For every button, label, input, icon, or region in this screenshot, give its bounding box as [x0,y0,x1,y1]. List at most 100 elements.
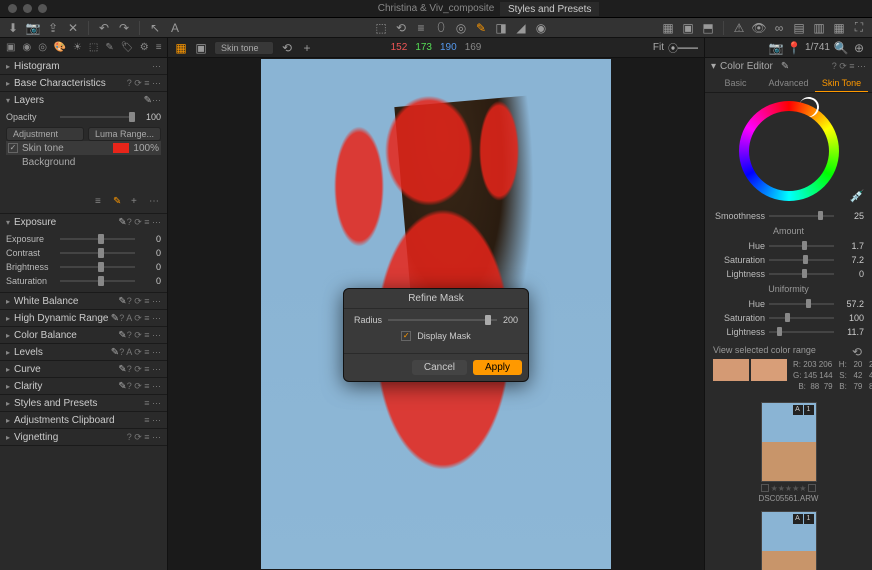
uni-light-slider[interactable] [769,331,834,333]
crop-icon[interactable]: ⬚ [374,21,388,35]
color-tab-icon[interactable]: 🎨 [54,42,66,54]
hdr-header[interactable]: ▸High Dynamic Range✎? A ⟳ ≡ ⋯ [0,310,167,326]
cursor-icon[interactable]: ↖ [148,21,162,35]
lens-tab-icon[interactable]: ◎ [38,42,47,54]
details-tab-icon[interactable]: ⬚ [89,42,98,54]
export-icon[interactable]: 📷 [26,21,40,35]
layer-select[interactable]: Skin tone [214,41,274,55]
layout-icon[interactable]: ▦ [832,21,846,35]
contrast-slider[interactable] [60,252,135,254]
tab-basic[interactable]: Basic [709,75,762,92]
warning-icon[interactable]: ⚠ [732,21,746,35]
exposure-header[interactable]: ▾Exposure✎? ⟳ ≡ ⋯ [0,214,167,230]
uni-hue-slider[interactable] [769,303,834,305]
layer-more-icon[interactable]: ⋯ [149,196,161,208]
swatch-2[interactable] [751,359,787,381]
batch-tab-icon[interactable]: ≡ [156,42,162,54]
share-icon[interactable]: ⇪ [46,21,60,35]
local-tab-icon[interactable]: ✎ [105,42,113,54]
exposure-slider[interactable] [60,238,135,240]
mask-icon[interactable]: 👁 [752,21,766,35]
single-view-icon[interactable]: ▣ [194,41,208,55]
close-window[interactable] [8,4,17,13]
adj-clipboard-header[interactable]: ▸Adjustments Clipboard≡ ⋯ [0,412,167,428]
clarity-header[interactable]: ▸Clarity✎? ⟳ ≡ ⋯ [0,378,167,394]
exposure-tab-icon[interactable]: ☀ [73,42,82,54]
brightness-slider[interactable] [60,266,135,268]
proof-icon[interactable]: ▤ [792,21,806,35]
output-tab-icon[interactable]: ⚙ [140,42,149,54]
base-char-header[interactable]: ▸Base Characteristics? ⟳ ≡ ⋯ [0,75,167,91]
window-controls[interactable] [8,4,47,13]
thumbnail-item[interactable]: A1 ★★★★★ DSC05561.ARW [709,402,868,503]
vignetting-header[interactable]: ▸Vignetting? ⟳ ≡ ⋯ [0,429,167,445]
view-icon[interactable]: ▥ [812,21,826,35]
color-editor-header[interactable]: ▾ Color Editor ✎ ? ⟳ ≡ ⋯ [705,58,872,75]
maximize-window[interactable] [38,4,47,13]
undo-icon[interactable]: ↶ [97,21,111,35]
before-icon[interactable]: ⬒ [701,21,715,35]
gradient-icon[interactable]: ◢ [514,21,528,35]
brush-icon[interactable]: ✎ [474,21,488,35]
minimize-window[interactable] [23,4,32,13]
delete-icon[interactable]: ✕ [66,21,80,35]
straighten-icon[interactable]: ≡ [414,21,428,35]
layer-skin-tone[interactable]: ✓ Skin tone 100% [6,141,161,155]
opacity-slider[interactable] [60,116,135,118]
picker-icon[interactable]: 💉 [850,189,864,203]
title-tab[interactable]: Styles and Presets [500,2,599,16]
apply-button[interactable]: Apply [473,360,522,375]
reset-icon[interactable]: ⟲ [280,41,294,55]
color-wheel[interactable] [739,101,839,201]
smoothness-slider[interactable] [769,215,834,217]
zoom-slider[interactable]: ⦿━━ [668,40,698,55]
import-icon[interactable]: ⬇ [6,21,20,35]
globe-icon[interactable]: ⊕ [852,41,866,55]
range-toggle-icon[interactable]: ⟲ [850,345,864,359]
levels-header[interactable]: ▸Levels✎? A ⟳ ≡ ⋯ [0,344,167,360]
curve-header[interactable]: ▸Curve✎? ⟳ ≡ ⋯ [0,361,167,377]
uni-sat-slider[interactable] [769,317,834,319]
capture-tab-icon[interactable]: ◉ [22,42,31,54]
amount-hue-slider[interactable] [769,245,834,247]
cancel-button[interactable]: Cancel [412,360,467,375]
pin-icon[interactable]: 📍 [787,41,801,55]
layers-header[interactable]: ▾Layers✎⋯ [0,92,167,108]
redo-icon[interactable]: ↷ [117,21,131,35]
thumbnail-item[interactable]: A1 ★★★★★ DSC05562.ARW [709,511,868,570]
luma-range-button[interactable]: Luma Range... [88,127,161,141]
amount-light-slider[interactable] [769,273,834,275]
search-icon[interactable]: 🔍 [834,41,848,55]
radius-slider[interactable] [388,319,497,321]
eraser-icon[interactable]: ◨ [494,21,508,35]
swatch-1[interactable] [713,359,749,381]
adjustment-menu[interactable]: Adjustment [6,127,84,141]
fullscreen-icon[interactable]: ⛶ [852,21,866,35]
tab-skin-tone[interactable]: Skin Tone [815,75,868,92]
spot-icon[interactable]: ◎ [454,21,468,35]
layer-menu-icon[interactable]: ≡ [95,196,107,208]
link-icon[interactable]: ∞ [772,21,786,35]
capture-icon[interactable]: 📷 [769,41,783,55]
layer-background[interactable]: Background [6,155,161,169]
amount-sat-slider[interactable] [769,259,834,261]
grid-icon[interactable]: ▦ [661,21,675,35]
grid-view-icon[interactable]: ▦ [174,41,188,55]
library-tab-icon[interactable]: ▣ [6,42,15,54]
metadata-tab-icon[interactable]: 🏷 [121,42,133,54]
fit-label[interactable]: Fit [653,42,664,53]
keystone-icon[interactable]: ⬯ [434,21,448,35]
layer-brush-icon[interactable]: ✎ [113,196,125,208]
white-balance-header[interactable]: ▸White Balance✎? ⟳ ≡ ⋯ [0,293,167,309]
add-icon[interactable]: + [300,41,314,55]
color-balance-header[interactable]: ▸Color Balance✎? ⟳ ≡ ⋯ [0,327,167,343]
tab-advanced[interactable]: Advanced [762,75,815,92]
styles-header[interactable]: ▸Styles and Presets≡ ⋯ [0,395,167,411]
histogram-header[interactable]: ▸Histogram⋯ [0,58,167,74]
layer-visible-checkbox[interactable]: ✓ [8,143,18,153]
saturation-slider[interactable] [60,280,135,282]
compare-icon[interactable]: ▣ [681,21,695,35]
radial-icon[interactable]: ◉ [534,21,548,35]
rotate-icon[interactable]: ⟲ [394,21,408,35]
text-icon[interactable]: A [168,21,182,35]
